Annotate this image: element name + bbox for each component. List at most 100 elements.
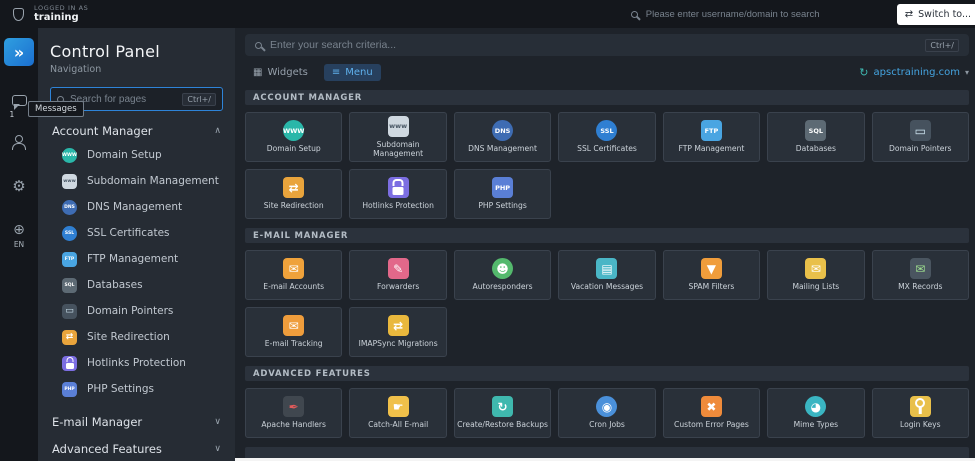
feature-icon: www	[387, 115, 409, 137]
main-search-bar: Ctrl+/	[245, 34, 969, 56]
feature-card[interactable]: ⇄ IMAPSync Migrations	[349, 307, 447, 357]
feature-card[interactable]: ↻ Create/Restore Backups	[453, 388, 552, 438]
nav-item-icon: DNS	[62, 199, 77, 215]
sidebar-nav-item[interactable]: FTP FTP Management	[50, 246, 223, 272]
feature-label: Cron Jobs	[589, 420, 625, 430]
sidebar-nav-item[interactable]: DNS DNS Management	[50, 194, 223, 220]
feature-card[interactable]: DNS DNS Management	[453, 112, 552, 162]
criteria-search-input[interactable]	[270, 39, 918, 51]
messages-tooltip: Messages	[28, 101, 84, 117]
feature-card[interactable]: ✉ MX Records	[871, 250, 969, 300]
feature-card[interactable]: Hotlinks Protection	[349, 169, 447, 219]
section-header: ADVANCED FEATURES	[245, 366, 969, 381]
section-title: E-MAIL MANAGER	[253, 230, 349, 241]
nav-item-icon: SQL	[62, 277, 77, 293]
feature-label: E-mail Accounts	[263, 282, 325, 292]
feature-label: IMAPSync Migrations	[358, 339, 438, 349]
feature-grid: ✉ E-mail Accounts ✎ Forwarders ☻ Autores…	[245, 250, 969, 357]
tab-label: Widgets	[267, 67, 308, 78]
feature-card[interactable]: ▤ Vacation Messages	[558, 250, 656, 300]
account-button[interactable]	[11, 135, 27, 150]
feature-card[interactable]: ▭ Domain Pointers	[871, 112, 969, 162]
nav-item-icon: FTP	[62, 251, 77, 267]
sidebar-nav-item[interactable]: PHP PHP Settings	[50, 376, 223, 402]
feature-card[interactable]: ◉ Cron Jobs	[558, 388, 656, 438]
feature-card[interactable]: ✉ E-mail Accounts	[245, 250, 343, 300]
feature-icon: ✉	[283, 315, 305, 337]
feature-label: Autoresponders	[472, 282, 533, 292]
sidebar-nav-item[interactable]: SQL Databases	[50, 272, 223, 298]
feature-card[interactable]: ✎ Forwarders	[349, 250, 447, 300]
shortcut-hint: Ctrl+/	[182, 92, 216, 106]
feature-label: Domain Pointers	[889, 144, 952, 154]
sidebar-section-account-manager[interactable]: Account Manager ∧	[52, 124, 221, 138]
user-search-input[interactable]	[645, 8, 881, 20]
feature-icon: ⇄	[283, 177, 305, 199]
feature-card[interactable]: WWW Domain Setup	[245, 112, 343, 162]
messages-icon	[11, 95, 27, 110]
feature-icon: ◉	[596, 396, 618, 418]
sidebar-nav-item[interactable]: ⇄ Site Redirection	[50, 324, 223, 350]
settings-button[interactable]: ⚙	[12, 179, 25, 194]
nav-item-label: Hotlinks Protection	[87, 357, 186, 369]
menu-list-icon: ≡	[331, 66, 341, 78]
feature-card[interactable]: SSL SSL Certificates	[558, 112, 656, 162]
tab-menu[interactable]: ≡ Menu	[323, 64, 381, 81]
domain-selector[interactable]: ↻ apsctraining.com ▾	[859, 67, 969, 78]
nav-item-icon: SSL	[62, 225, 77, 241]
feature-card[interactable]: ✒ Apache Handlers	[245, 388, 343, 438]
section-header: ACCOUNT MANAGER	[245, 90, 969, 105]
feature-card[interactable]: PHP PHP Settings	[453, 169, 552, 219]
sidebar-nav-item[interactable]: Hotlinks Protection	[50, 350, 223, 376]
feature-icon	[387, 177, 409, 199]
feature-icon: ✉	[909, 258, 931, 280]
section-header: E-MAIL MANAGER	[245, 228, 969, 243]
sidebar-nav-item[interactable]: ▭ Domain Pointers	[50, 298, 223, 324]
feature-card[interactable]: ⇄ Site Redirection	[245, 169, 343, 219]
sidebar-nav-item[interactable]: www Subdomain Management	[50, 168, 223, 194]
feature-card[interactable]: ✉ E-mail Tracking	[245, 307, 343, 357]
nav-item-label: Domain Pointers	[87, 305, 174, 317]
feature-card[interactable]: FTP FTP Management	[662, 112, 761, 162]
chevron-down-icon: ∨	[214, 417, 221, 427]
feature-icon: ✖	[700, 396, 722, 418]
feature-card[interactable]: ✖ Custom Error Pages	[662, 388, 761, 438]
feature-label: E-mail Tracking	[264, 339, 323, 349]
shield-icon	[13, 7, 24, 21]
sidebar-nav-item[interactable]: SSL SSL Certificates	[50, 220, 223, 246]
globe-icon: ⊕	[13, 222, 25, 238]
feature-card[interactable]: ✉ Mailing Lists	[767, 250, 865, 300]
feature-icon	[909, 396, 931, 418]
feature-label: SSL Certificates	[577, 144, 637, 154]
feature-label: Mailing Lists	[792, 282, 840, 292]
feature-label: PHP Settings	[478, 201, 527, 211]
switch-to-button[interactable]: ⇄ Switch to...	[896, 3, 975, 25]
gear-icon: ⚙	[12, 177, 26, 195]
icon-rail: » 1 ⚙ ⊕ EN	[0, 28, 38, 461]
feature-label: Hotlinks Protection	[362, 201, 434, 211]
feature-card[interactable]: Login Keys	[871, 388, 969, 438]
language-button[interactable]: ⊕ EN	[13, 223, 25, 249]
feature-card[interactable]: ▼ SPAM Filters	[662, 250, 761, 300]
chevron-down-icon: ∨	[214, 444, 221, 454]
page-search-input[interactable]	[70, 93, 177, 105]
widgets-grid-icon: ▦	[253, 66, 263, 78]
feature-card[interactable]: SQL Databases	[767, 112, 865, 162]
messages-button[interactable]: 1	[10, 95, 27, 119]
feature-label: Catch-All E-mail	[368, 420, 429, 430]
panel-title: Control Panel	[50, 42, 160, 61]
sidebar-nav-item[interactable]: WWW Domain Setup	[50, 142, 223, 168]
logo[interactable]: »	[4, 38, 34, 66]
feature-icon: ⇄	[387, 315, 409, 337]
feature-card[interactable]: ☻ Autoresponders	[453, 250, 552, 300]
feature-icon: ▭	[909, 120, 931, 142]
feature-card[interactable]: ◕ Mime Types	[767, 388, 865, 438]
sidebar-section-advanced-features[interactable]: Advanced Features ∨	[52, 442, 221, 456]
feature-card[interactable]: www Subdomain Management	[349, 112, 447, 162]
tab-widgets[interactable]: ▦ Widgets	[245, 64, 316, 81]
switch-label: Switch to...	[918, 8, 971, 20]
feature-card[interactable]: ☛ Catch-All E-mail	[349, 388, 447, 438]
sidebar-section-email-manager[interactable]: E-mail Manager ∨	[52, 415, 221, 429]
feature-grid: WWW Domain Setup www Subdomain Managemen…	[245, 112, 969, 219]
login-info: LOGGED IN AS training	[34, 4, 88, 24]
